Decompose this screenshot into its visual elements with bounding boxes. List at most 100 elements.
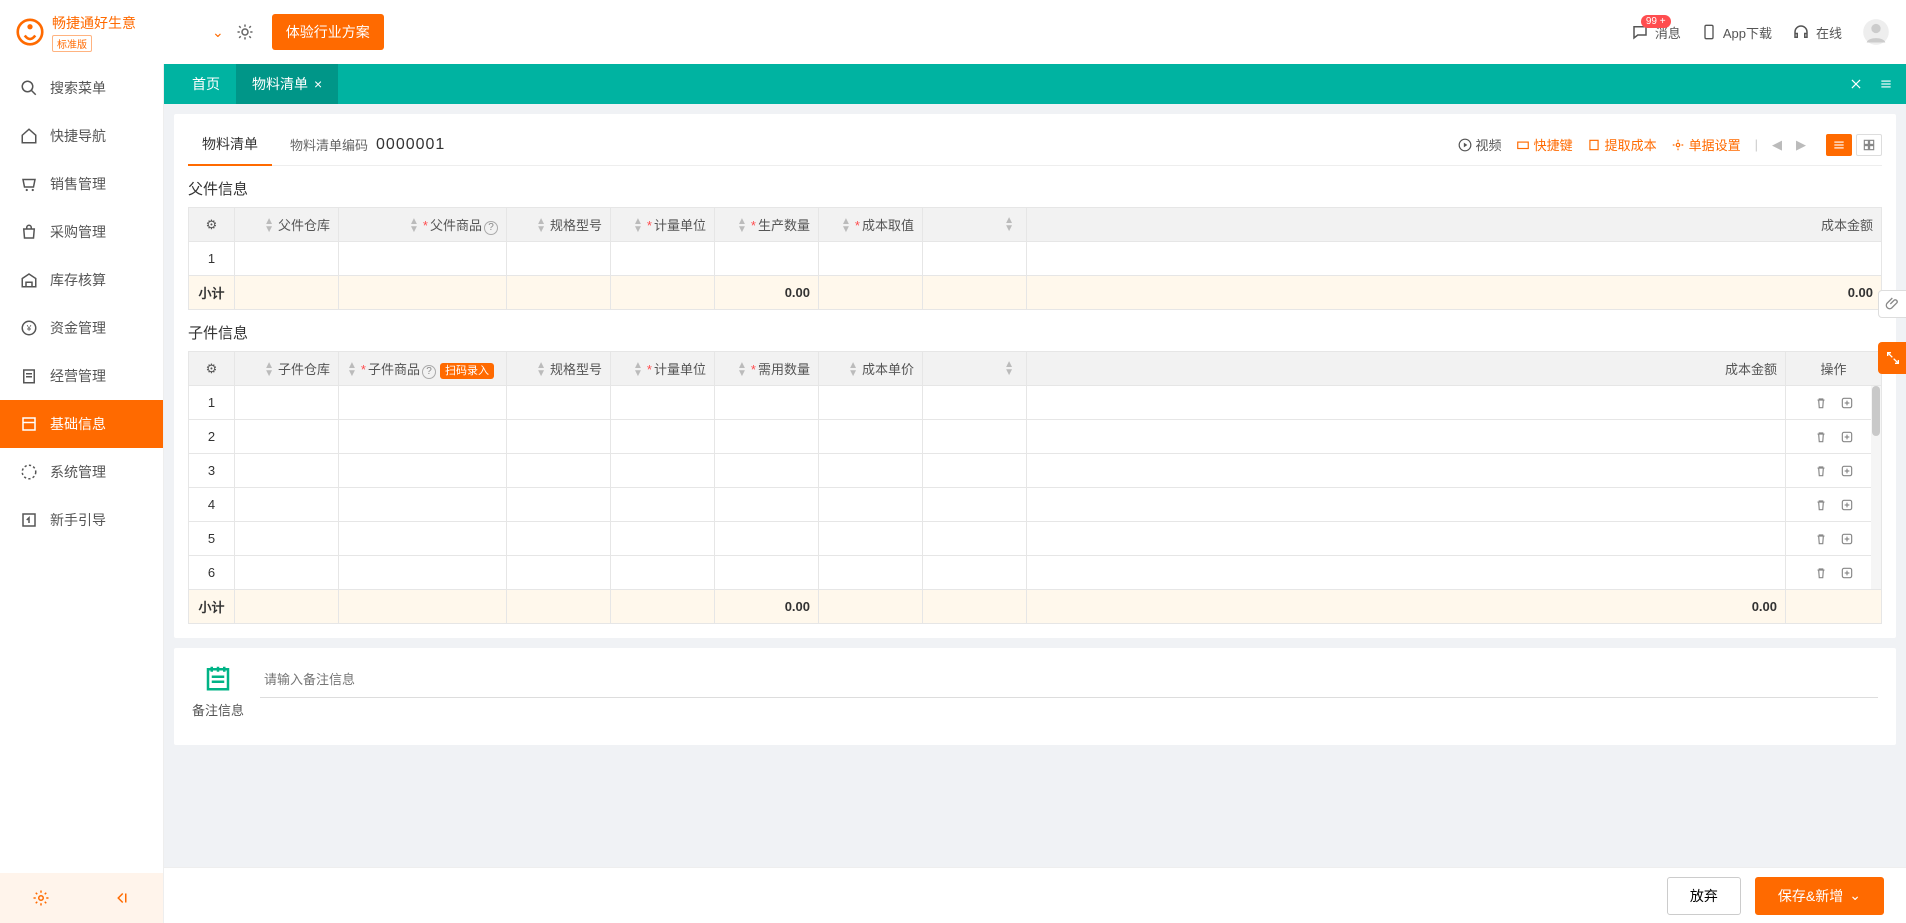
cell[interactable] [235,454,339,488]
cell[interactable] [715,242,819,276]
cell[interactable] [507,386,611,420]
cell[interactable] [339,386,507,420]
sidebar-item-search[interactable]: 搜索菜单 [0,64,163,112]
cell[interactable] [715,420,819,454]
child-row[interactable]: 2 [189,420,1882,454]
cell[interactable] [819,386,923,420]
cell[interactable] [715,556,819,590]
cell[interactable] [507,488,611,522]
list-view-button[interactable] [1826,134,1852,156]
messages-button[interactable]: 99 + 消息 [1631,23,1681,42]
settings-button[interactable] [32,889,50,907]
add-row-button[interactable] [1840,532,1854,546]
extract-cost-link[interactable]: 提取成本 [1587,135,1657,154]
cell[interactable] [923,420,1027,454]
cell[interactable] [235,488,339,522]
cell[interactable] [235,522,339,556]
cell[interactable] [507,454,611,488]
cell[interactable] [923,454,1027,488]
parent-col-cost-method[interactable]: ▲▼*成本取值 [819,208,923,242]
cell[interactable] [339,420,507,454]
child-col-product[interactable]: ▲▼*子件商品?扫码录入 [339,352,507,386]
cell[interactable] [819,488,923,522]
parent-col-empty[interactable]: ▲▼ [923,208,1027,242]
prev-record-button[interactable]: ◀ [1772,137,1782,153]
doc-settings-link[interactable]: 单据设置 [1671,135,1741,154]
video-link[interactable]: 视频 [1458,135,1502,154]
child-col-empty[interactable]: ▲▼ [923,352,1027,386]
cell[interactable] [1027,522,1786,556]
sidebar-item-sales[interactable]: 销售管理 [0,160,163,208]
cell[interactable] [923,242,1027,276]
collapse-sidebar-button[interactable] [113,889,131,907]
cell[interactable] [235,420,339,454]
cell[interactable] [715,488,819,522]
child-row[interactable]: 5 [189,522,1882,556]
child-row[interactable]: 3 [189,454,1882,488]
cell[interactable] [611,522,715,556]
sidebar-item-base[interactable]: 基础信息 [0,400,163,448]
card-view-button[interactable] [1856,134,1882,156]
sidebar-item-funds[interactable]: ¥资金管理 [0,304,163,352]
cell[interactable] [611,488,715,522]
add-row-button[interactable] [1840,498,1854,512]
cell[interactable] [715,522,819,556]
cell[interactable] [819,420,923,454]
child-row[interactable]: 1 [189,386,1882,420]
sidebar-item-guide[interactable]: 新手引导 [0,496,163,544]
add-row-button[interactable] [1840,396,1854,410]
parent-row[interactable]: 1 [189,242,1882,276]
company-dropdown[interactable]: ⌄ [204,24,224,41]
tab-menu-button[interactable] [1872,70,1900,98]
parent-col-qty[interactable]: ▲▼*生产数量 [715,208,819,242]
cell[interactable] [819,556,923,590]
child-row[interactable]: 4 [189,488,1882,522]
child-col-need-qty[interactable]: ▲▼*需用数量 [715,352,819,386]
cell[interactable] [1027,242,1882,276]
parent-col-product[interactable]: ▲▼*父件商品? [339,208,507,242]
cell[interactable] [339,242,507,276]
cell[interactable] [1027,556,1786,590]
company-settings-button[interactable] [236,23,254,41]
cell[interactable] [819,242,923,276]
sidebar-item-stock[interactable]: 库存核算 [0,256,163,304]
fullscreen-button[interactable] [1878,342,1906,374]
sidebar-item-ops[interactable]: 经营管理 [0,352,163,400]
sidebar-item-purchase[interactable]: 采购管理 [0,208,163,256]
attachment-button[interactable] [1878,290,1906,318]
discard-button[interactable]: 放弃 [1667,877,1741,915]
cell[interactable] [715,386,819,420]
cell[interactable] [611,454,715,488]
remark-input[interactable] [260,662,1878,698]
cell[interactable] [507,420,611,454]
parent-col-spec[interactable]: ▲▼规格型号 [507,208,611,242]
user-avatar[interactable] [1862,18,1890,46]
cell[interactable] [611,420,715,454]
cell[interactable] [611,242,715,276]
delete-row-button[interactable] [1814,532,1828,546]
cell[interactable] [923,556,1027,590]
child-col-settings[interactable]: ⚙ [189,352,235,386]
cta-button[interactable]: 体验行业方案 [272,14,384,50]
delete-row-button[interactable] [1814,498,1828,512]
cell[interactable] [611,556,715,590]
cell[interactable] [235,386,339,420]
save-and-new-button[interactable]: 保存&新增⌄ [1755,877,1884,915]
cell[interactable] [507,242,611,276]
child-col-unit[interactable]: ▲▼*计量单位 [611,352,715,386]
child-row[interactable]: 6 [189,556,1882,590]
delete-row-button[interactable] [1814,566,1828,580]
cell[interactable] [1027,488,1786,522]
cell[interactable] [819,454,923,488]
scan-input-badge[interactable]: 扫码录入 [440,363,494,379]
card-tab-bom[interactable]: 物料清单 [188,124,272,166]
cell[interactable] [507,522,611,556]
cell[interactable] [339,488,507,522]
close-all-button[interactable] [1842,70,1870,98]
app-download-button[interactable]: App下载 [1701,23,1772,42]
cell[interactable] [339,454,507,488]
parent-col-unit[interactable]: ▲▼*计量单位 [611,208,715,242]
parent-col-settings[interactable]: ⚙ [189,208,235,242]
child-table-scrollbar[interactable] [1871,386,1881,589]
online-support-button[interactable]: 在线 [1792,23,1842,42]
